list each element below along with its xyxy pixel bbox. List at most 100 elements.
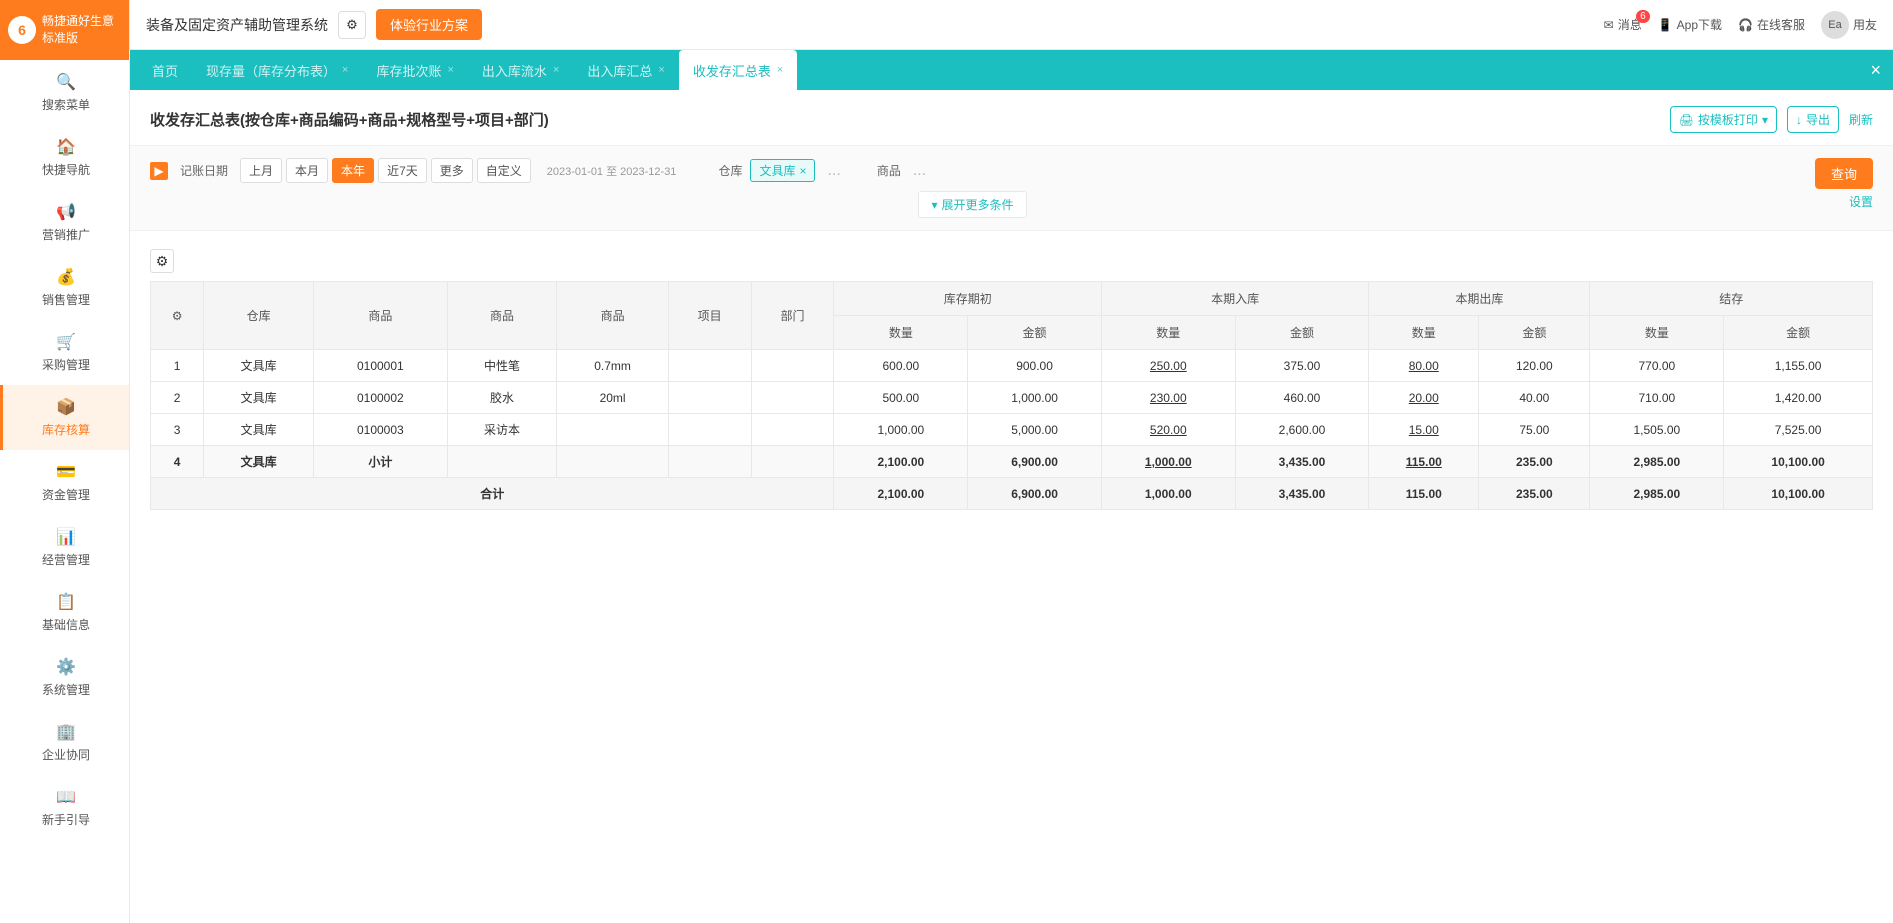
row3-opening-amount: 5,000.00 — [968, 414, 1102, 446]
row1-out-qty[interactable]: 80.00 — [1369, 350, 1479, 382]
tab-recv-send-summary[interactable]: 收发存汇总表 × — [679, 50, 797, 90]
chevron-down-icon: ▾ — [931, 198, 937, 212]
date-btn-last-month[interactable]: 上月 — [240, 158, 282, 183]
chevron-down-icon: ▾ — [1762, 113, 1768, 127]
tab-batch-ledger[interactable]: 库存批次账 × — [362, 50, 467, 90]
row3-closing-amount: 7,525.00 — [1724, 414, 1873, 446]
refresh-button[interactable]: 刷新 — [1849, 111, 1873, 128]
tab-home[interactable]: 首页 — [138, 50, 192, 90]
col-closing-amount: 金额 — [1724, 316, 1873, 350]
table-row: 2 文具库 0100002 胶水 20ml 500.00 1,000.00 23… — [151, 382, 1873, 414]
close-stock-dist-tab[interactable]: × — [342, 64, 348, 76]
close-recv-send-summary-tab[interactable]: × — [777, 64, 783, 76]
money-icon: 💰 — [56, 267, 76, 287]
tab-stock-dist[interactable]: 现存量（库存分布表） × — [192, 50, 362, 90]
subtotal-out-amount: 235.00 — [1479, 446, 1590, 478]
filter-side: ▶ 记账日期 上月 本月 本年 近7天 更多 自定义 2023-01-01 至 … — [150, 158, 1873, 218]
sidebar-item-finance[interactable]: 💳 资金管理 — [0, 450, 129, 515]
user-avatar: Ea — [1821, 11, 1849, 39]
online-service-button[interactable]: 🎧 在线客服 — [1738, 16, 1805, 33]
experience-button[interactable]: 体验行业方案 — [376, 9, 482, 40]
filter-toggle-btn[interactable]: ▶ — [150, 162, 168, 180]
search-icon: 🔍 — [56, 72, 76, 92]
print-icon: 🖨 — [1679, 113, 1694, 127]
sidebar-item-marketing[interactable]: 📢 营销推广 — [0, 190, 129, 255]
col-header-department: 部门 — [751, 282, 834, 350]
warehouse-tag: 文具库 × — [750, 159, 815, 182]
row1-warehouse: 文具库 — [204, 350, 314, 382]
tab-inout-summary[interactable]: 出入库汇总 × — [573, 50, 678, 90]
total-out-amount: 235.00 — [1479, 478, 1590, 510]
header-left: 装备及固定资产辅助管理系统 ⚙ 体验行业方案 — [146, 9, 482, 40]
sidebar-item-sales[interactable]: 💰 销售管理 — [0, 255, 129, 320]
date-btn-last-7-days[interactable]: 近7天 — [378, 158, 427, 183]
date-btn-more[interactable]: 更多 — [431, 158, 473, 183]
sidebar-item-system[interactable]: ⚙️ 系统管理 — [0, 645, 129, 710]
sidebar-menu: 🔍 搜索菜单 🏠 快捷导航 📢 营销推广 💰 销售管理 🛒 采购管理 📦 库存核… — [0, 60, 129, 923]
row1-out-amount: 120.00 — [1479, 350, 1590, 382]
col-in-qty: 数量 — [1101, 316, 1235, 350]
close-inout-flow-tab[interactable]: × — [553, 64, 559, 76]
row2-in-qty[interactable]: 230.00 — [1101, 382, 1235, 414]
subtotal-closing-qty: 2,985.00 — [1590, 446, 1724, 478]
clipboard-icon: 📋 — [56, 592, 76, 612]
filter-row-date: ▶ 记账日期 上月 本月 本年 近7天 更多 自定义 2023-01-01 至 … — [150, 158, 1795, 183]
row3-out-qty[interactable]: 15.00 — [1369, 414, 1479, 446]
user-menu-button[interactable]: Ea 用友 — [1821, 11, 1877, 39]
box-icon: 📦 — [56, 397, 76, 417]
row2-out-qty[interactable]: 20.00 — [1369, 382, 1479, 414]
book-icon: 📖 — [56, 787, 76, 807]
table-settings-icon[interactable]: ⚙ — [150, 249, 174, 273]
sidebar-item-inventory[interactable]: 📦 库存核算 — [0, 385, 129, 450]
sidebar-item-enterprise[interactable]: 🏢 企业协同 — [0, 710, 129, 775]
message-badge: 6 — [1636, 10, 1650, 23]
close-batch-ledger-tab[interactable]: × — [447, 64, 453, 76]
subtotal-warehouse: 文具库 — [204, 446, 314, 478]
sidebar-item-search[interactable]: 🔍 搜索菜单 — [0, 60, 129, 125]
subtotal-out-qty[interactable]: 115.00 — [1369, 446, 1479, 478]
subtotal-empty2 — [557, 446, 668, 478]
row3-in-qty[interactable]: 520.00 — [1101, 414, 1235, 446]
total-in-qty: 1,000.00 — [1101, 478, 1235, 510]
export-button[interactable]: ↓ 导出 — [1787, 106, 1839, 133]
row2-opening-amount: 1,000.00 — [968, 382, 1102, 414]
row1-product-spec: 0.7mm — [557, 350, 668, 382]
row3-in-amount: 2,600.00 — [1235, 414, 1369, 446]
filter-actions: 查询 设置 — [1815, 158, 1873, 210]
close-all-tabs-button[interactable]: × — [1866, 60, 1885, 81]
date-btn-this-month[interactable]: 本月 — [286, 158, 328, 183]
product-label: 商品 — [877, 162, 901, 179]
subtotal-in-qty[interactable]: 1,000.00 — [1101, 446, 1235, 478]
date-btn-this-year[interactable]: 本年 — [332, 158, 374, 183]
query-button[interactable]: 查询 — [1815, 158, 1873, 189]
col-group-closing: 结存 — [1590, 282, 1873, 316]
building-icon: 🏢 — [56, 722, 76, 742]
row3-warehouse: 文具库 — [204, 414, 314, 446]
product-filter-group: 商品 ... — [877, 162, 930, 180]
expand-filter-btn[interactable]: ▾ 展开更多条件 — [918, 191, 1026, 218]
row1-department — [751, 350, 834, 382]
col-group-opening: 库存期初 — [834, 282, 1101, 316]
warehouse-more-btn[interactable]: ... — [823, 162, 844, 180]
settings-button[interactable]: ⚙ — [338, 11, 366, 39]
filter-settings-link[interactable]: 设置 — [1849, 193, 1873, 210]
tab-inout-flow[interactable]: 出入库流水 × — [468, 50, 573, 90]
messages-button[interactable]: ✉ 消息 6 — [1604, 16, 1642, 33]
subtotal-label: 小计 — [313, 446, 447, 478]
date-filter-group: 上月 本月 本年 近7天 更多 自定义 — [240, 158, 531, 183]
print-button[interactable]: 🖨 按模板打印 ▾ — [1670, 106, 1777, 133]
date-btn-custom[interactable]: 自定义 — [477, 158, 531, 183]
close-inout-summary-tab[interactable]: × — [658, 64, 664, 76]
app-download-button[interactable]: 📱 App下载 — [1658, 16, 1722, 33]
remove-warehouse-tag[interactable]: × — [799, 164, 806, 178]
sidebar-item-newbie[interactable]: 📖 新手引导 — [0, 775, 129, 840]
sidebar-item-purchase[interactable]: 🛒 采购管理 — [0, 320, 129, 385]
page-title-bar: 收发存汇总表(按仓库+商品编码+商品+规格型号+项目+部门) 🖨 按模板打印 ▾… — [130, 90, 1893, 146]
sidebar: 6 畅捷通好生意 标准版 🔍 搜索菜单 🏠 快捷导航 📢 营销推广 💰 销售管理… — [0, 0, 130, 923]
sidebar-item-operations[interactable]: 📊 经营管理 — [0, 515, 129, 580]
row1-in-qty[interactable]: 250.00 — [1101, 350, 1235, 382]
sidebar-item-quicknav[interactable]: 🏠 快捷导航 — [0, 125, 129, 190]
product-more-btn[interactable]: ... — [909, 162, 930, 180]
sidebar-item-basic[interactable]: 📋 基础信息 — [0, 580, 129, 645]
row1-opening-qty: 600.00 — [834, 350, 968, 382]
